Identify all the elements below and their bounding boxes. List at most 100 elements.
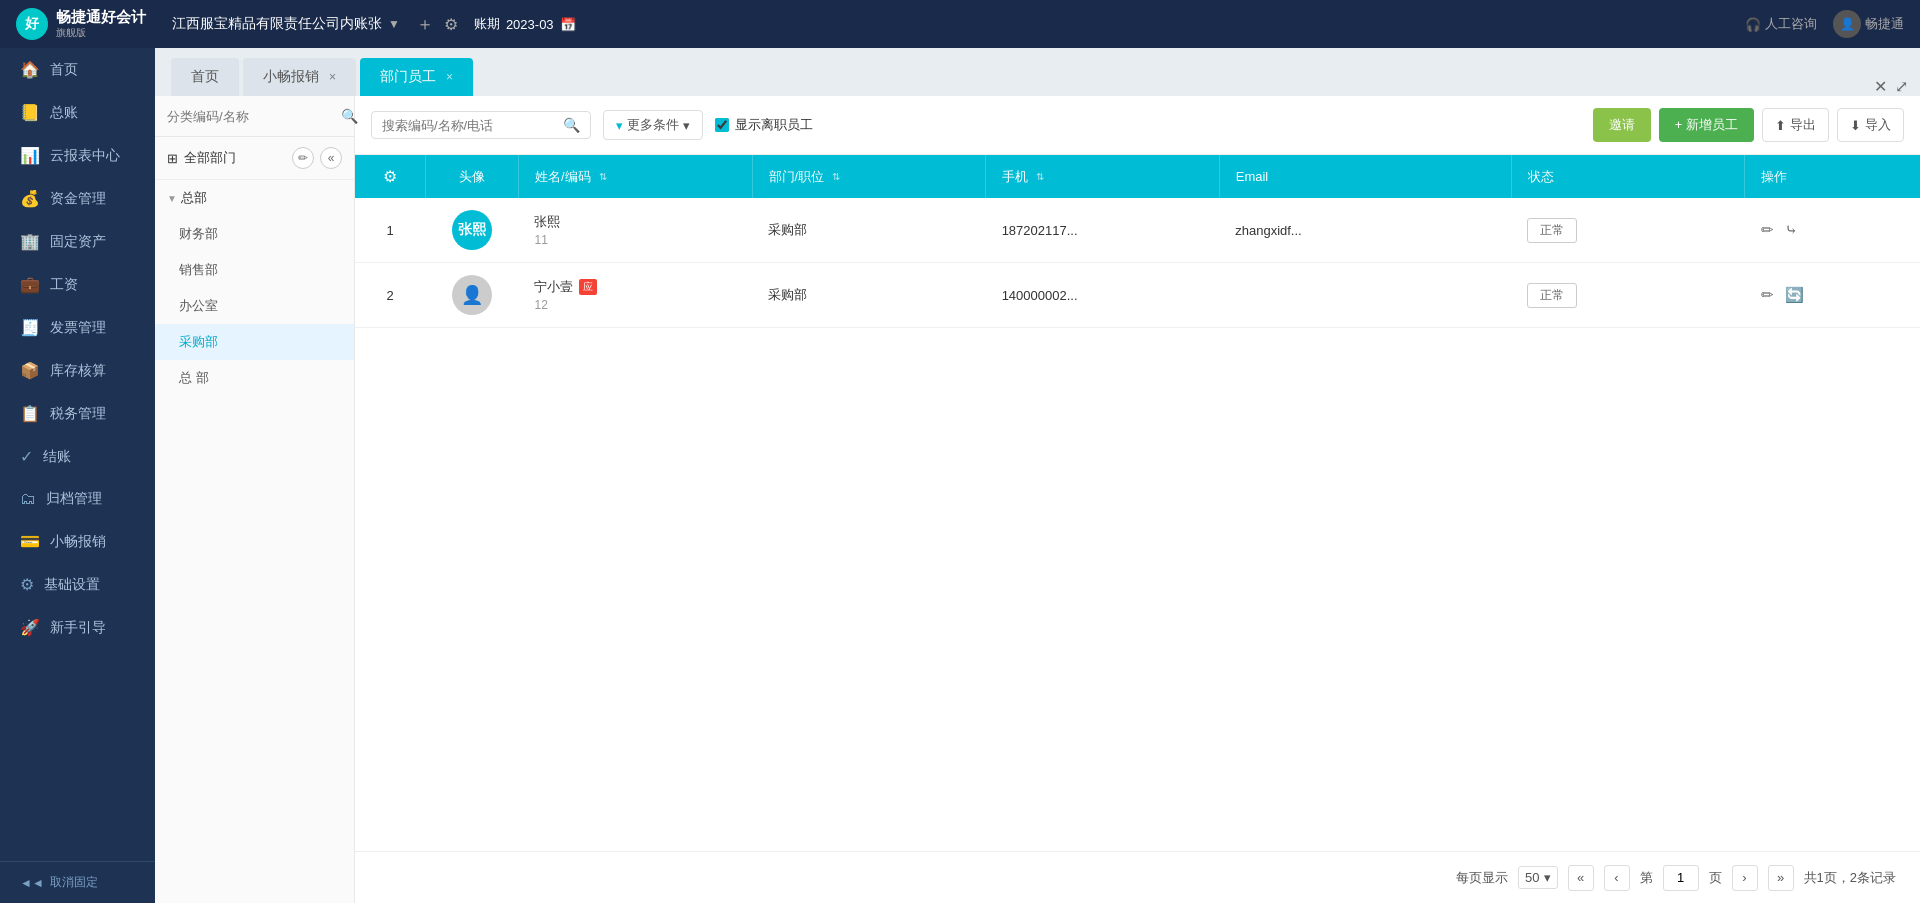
assets-icon: 🏢 xyxy=(20,232,40,251)
tab-expense-close[interactable]: × xyxy=(329,70,336,84)
classification-search-input[interactable] xyxy=(167,109,335,124)
service-button[interactable]: 🎧 人工咨询 xyxy=(1745,15,1817,33)
sidebar-item-label: 新手引导 xyxy=(50,619,106,637)
sidebar-item-home[interactable]: 🏠 首页 xyxy=(0,48,155,91)
sidebar-item-funds[interactable]: 💰 资金管理 xyxy=(0,177,155,220)
app-logo-icon: 好 xyxy=(16,8,48,40)
row-2-name: 宁小壹 应 12 xyxy=(518,263,752,328)
row-2-avatar: 👤 xyxy=(425,263,518,328)
sidebar: 🏠 首页 📒 总账 📊 云报表中心 💰 资金管理 🏢 固定资产 💼 工资 🧾 发… xyxy=(0,48,155,903)
more-filter-button[interactable]: ▾ 更多条件 ▾ xyxy=(603,110,703,140)
per-page-select[interactable]: 50 ▾ xyxy=(1518,866,1557,889)
column-settings-gear-icon[interactable]: ⚙ xyxy=(383,167,397,186)
sidebar-item-label: 归档管理 xyxy=(46,490,102,508)
filter-icon: ▾ xyxy=(616,118,623,133)
unpin-button[interactable]: ◄◄ 取消固定 xyxy=(0,861,155,903)
left-panel: 🔍 ⊞ 全部部门 ✏ « ▼ 总部 xyxy=(155,96,355,903)
sidebar-item-invoices[interactable]: 🧾 发票管理 xyxy=(0,306,155,349)
sidebar-item-guide[interactable]: 🚀 新手引导 xyxy=(0,606,155,649)
tab-home[interactable]: 首页 xyxy=(171,58,239,96)
tab-expense[interactable]: 小畅报销 × xyxy=(243,58,356,96)
sidebar-item-payroll[interactable]: 💼 工资 xyxy=(0,263,155,306)
next-page-button[interactable]: › xyxy=(1732,865,1758,891)
guide-icon: 🚀 xyxy=(20,618,40,637)
sidebar-item-label: 税务管理 xyxy=(50,405,106,423)
header-right: 🎧 人工咨询 👤 畅捷通 xyxy=(1745,10,1904,38)
reports-icon: 📊 xyxy=(20,146,40,165)
dept-item-hq[interactable]: 总 部 xyxy=(155,360,354,396)
export-button[interactable]: ⬆ 导出 xyxy=(1762,108,1829,142)
collapse-panel-button[interactable]: « xyxy=(320,147,342,169)
show-resigned-label[interactable]: 显示离职员工 xyxy=(715,116,813,134)
sidebar-item-ledger[interactable]: 📒 总账 xyxy=(0,91,155,134)
sidebar-item-inventory[interactable]: 📦 库存核算 xyxy=(0,349,155,392)
home-icon: 🏠 xyxy=(20,60,40,79)
employee-search-icon[interactable]: 🔍 xyxy=(563,117,580,133)
status-badge: 正常 xyxy=(1527,283,1577,308)
edit-employee-button[interactable]: ✏ xyxy=(1761,221,1774,238)
app-logo-text: 畅捷通好会计 旗舰版 xyxy=(56,8,146,40)
sidebar-item-archive[interactable]: 🗂 归档管理 xyxy=(0,478,155,520)
th-avatar: 头像 xyxy=(425,155,518,198)
th-email: Email xyxy=(1219,155,1511,198)
settings-icon[interactable]: ⚙ xyxy=(444,15,458,34)
dept-item-office[interactable]: 办公室 xyxy=(155,288,354,324)
pin-icon: ◄◄ xyxy=(20,876,44,890)
edit-dept-button[interactable]: ✏ xyxy=(292,147,314,169)
sidebar-item-settings[interactable]: ⚙ 基础设置 xyxy=(0,563,155,606)
right-panel: 🔍 ▾ 更多条件 ▾ 显示离职员工 邀请 + 新增员工 xyxy=(355,96,1920,903)
invite-button[interactable]: 邀请 xyxy=(1593,108,1651,142)
sidebar-item-label: 云报表中心 xyxy=(50,147,120,165)
inventory-icon: 📦 xyxy=(20,361,40,380)
invoices-icon: 🧾 xyxy=(20,318,40,337)
avatar-image: 👤 xyxy=(452,275,492,315)
sidebar-item-reports[interactable]: 📊 云报表中心 xyxy=(0,134,155,177)
sidebar-item-expense[interactable]: 💳 小畅报销 xyxy=(0,520,155,563)
import-icon: ⬇ xyxy=(1850,118,1861,133)
tab-employees-close[interactable]: × xyxy=(446,70,453,84)
dept-group-hq[interactable]: ▼ 总部 xyxy=(155,180,354,216)
dept-sort-icon: ⇅ xyxy=(832,171,840,182)
delete-employee-button[interactable]: 🔄 xyxy=(1785,286,1804,303)
table-header-row: ⚙ 头像 姓名/编码 ⇅ xyxy=(355,155,1920,198)
archive-icon: 🗂 xyxy=(20,490,36,508)
last-page-button[interactable]: » xyxy=(1768,865,1794,891)
sidebar-item-label: 发票管理 xyxy=(50,319,106,337)
close-window-icon[interactable]: ✕ xyxy=(1874,77,1887,96)
dept-expand-icon: ▼ xyxy=(167,193,177,204)
th-name[interactable]: 姓名/编码 ⇅ xyxy=(518,155,752,198)
user-menu[interactable]: 👤 畅捷通 xyxy=(1833,10,1904,38)
th-dept[interactable]: 部门/职位 ⇅ xyxy=(752,155,986,198)
employee-search-input[interactable] xyxy=(382,118,557,133)
per-page-dropdown-icon: ▾ xyxy=(1544,870,1551,885)
th-settings[interactable]: ⚙ xyxy=(355,155,425,198)
sidebar-item-tax[interactable]: 📋 税务管理 xyxy=(0,392,155,435)
ledger-icon: 📒 xyxy=(20,103,40,122)
dept-item-purchase[interactable]: 采购部 xyxy=(155,324,354,360)
row-2-status: 正常 xyxy=(1511,263,1745,328)
sidebar-item-assets[interactable]: 🏢 固定资产 xyxy=(0,220,155,263)
page-number-input[interactable] xyxy=(1663,865,1699,891)
dept-item-finance[interactable]: 财务部 xyxy=(155,216,354,252)
row-2-email xyxy=(1219,263,1511,328)
sidebar-item-label: 小畅报销 xyxy=(50,533,106,551)
add-tab-button[interactable]: ＋ xyxy=(416,12,434,36)
tax-icon: 📋 xyxy=(20,404,40,423)
company-selector[interactable]: 江西服宝精品有限责任公司内账张 ▼ xyxy=(172,15,400,33)
import-button[interactable]: ⬇ 导入 xyxy=(1837,108,1904,142)
edit-employee-2-button[interactable]: ✏ xyxy=(1761,286,1774,303)
th-phone[interactable]: 手机 ⇅ xyxy=(986,155,1220,198)
logout-employee-button[interactable]: ⤷ xyxy=(1785,221,1798,238)
sidebar-item-close[interactable]: ✓ 结账 xyxy=(0,435,155,478)
content-area: 首页 小畅报销 × 部门员工 × ✕ ⤢ 🔍 xyxy=(155,48,1920,903)
first-page-button[interactable]: « xyxy=(1568,865,1594,891)
row-2-dept: 采购部 xyxy=(752,263,986,328)
add-employee-button[interactable]: + 新增员工 xyxy=(1659,108,1754,142)
department-list: ▼ 总部 财务部 销售部 办公室 采购部 xyxy=(155,180,354,903)
prev-page-button[interactable]: ‹ xyxy=(1604,865,1630,891)
show-resigned-checkbox[interactable] xyxy=(715,118,729,132)
dept-item-sales[interactable]: 销售部 xyxy=(155,252,354,288)
expand-window-icon[interactable]: ⤢ xyxy=(1895,77,1908,96)
tab-employees[interactable]: 部门员工 × xyxy=(360,58,473,96)
calendar-icon[interactable]: 📅 xyxy=(560,17,576,32)
